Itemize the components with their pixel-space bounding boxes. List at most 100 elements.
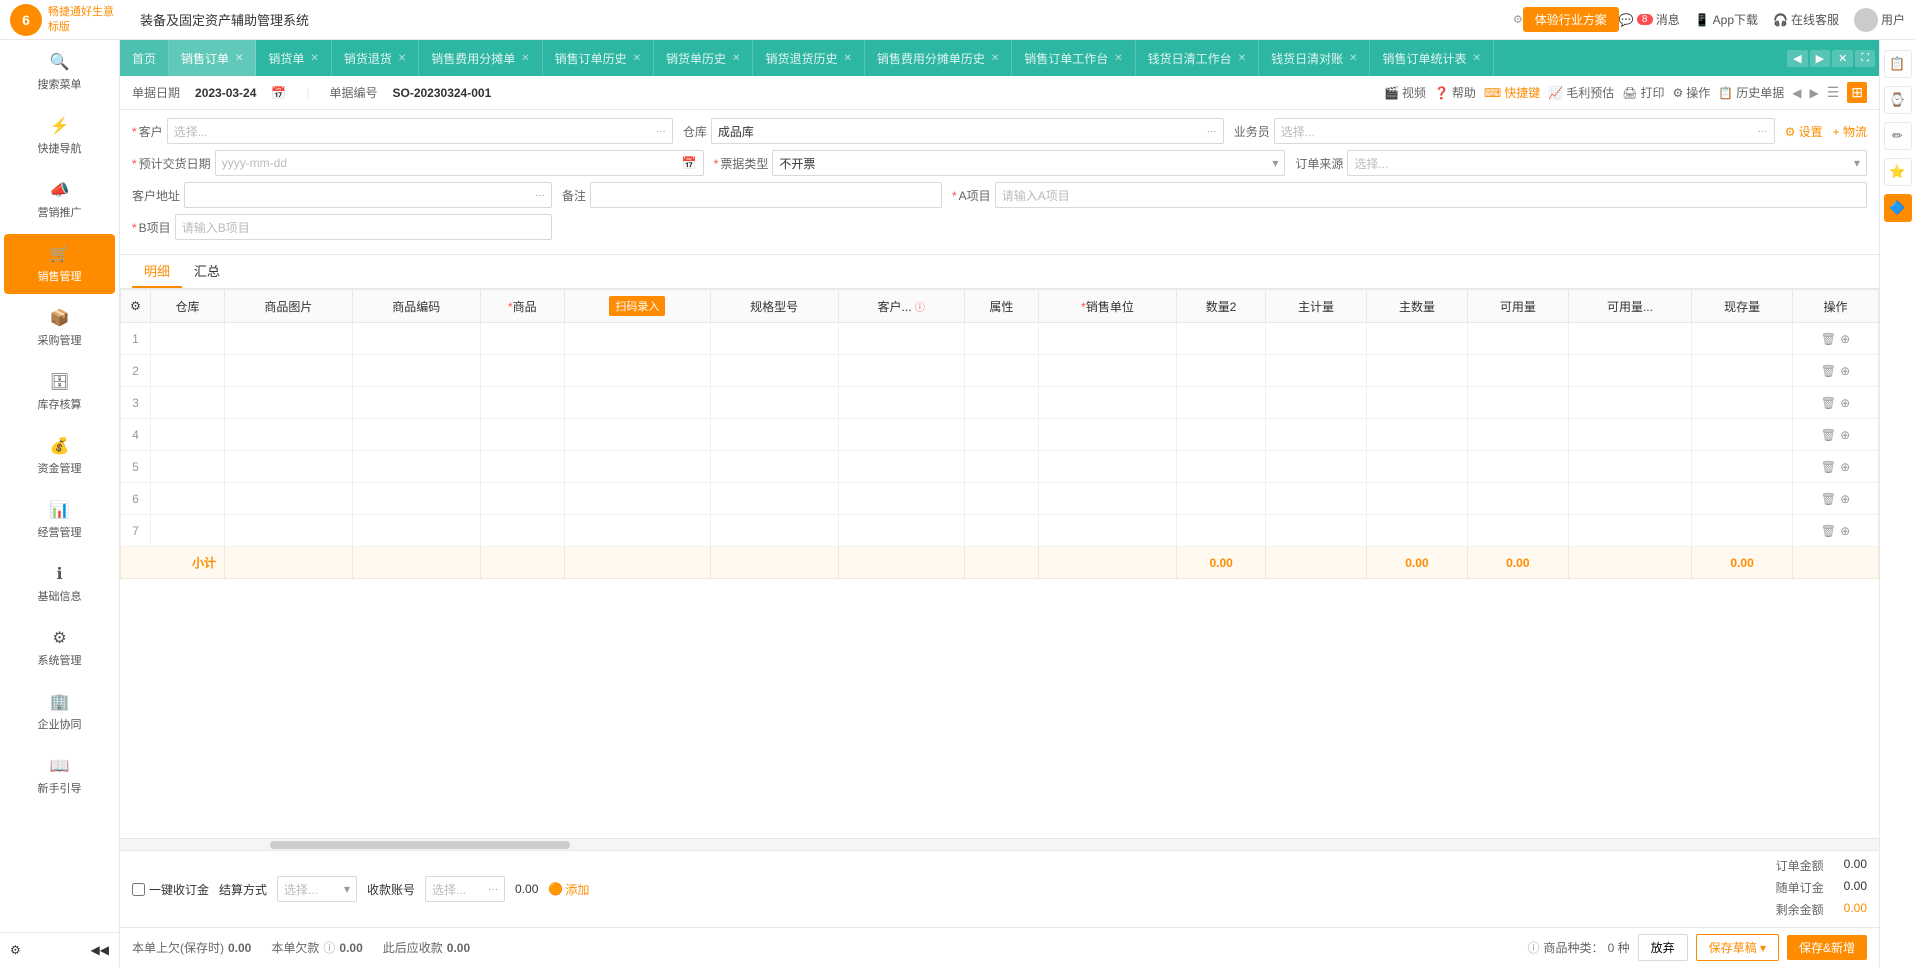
- sidebar-item-basic-info[interactable]: ℹ 基础信息: [4, 554, 115, 614]
- cell-spec-7[interactable]: [710, 515, 838, 547]
- cell-available-1[interactable]: [1467, 323, 1568, 355]
- tab-close-workbench[interactable]: ✕: [1114, 53, 1122, 64]
- add-item-icon[interactable]: + 物流: [1833, 123, 1867, 140]
- cell-spec-3[interactable]: [710, 387, 838, 419]
- detail-tab-summary[interactable]: 汇总: [182, 255, 232, 288]
- tab-home[interactable]: 首页: [120, 40, 169, 76]
- cell-spec-6[interactable]: [710, 483, 838, 515]
- delete-icon-3[interactable]: 🗑: [1821, 396, 1836, 410]
- current-debt-icon[interactable]: ⓘ: [323, 939, 335, 956]
- tab-sales-order[interactable]: 销售订单 ✕: [169, 40, 256, 76]
- settings-icon[interactable]: ⚙: [1513, 13, 1523, 26]
- tab-workbench[interactable]: 销售订单工作台 ✕: [1012, 40, 1135, 76]
- salesperson-ellipsis[interactable]: ···: [1758, 126, 1768, 137]
- right-icon-star[interactable]: ⭐: [1884, 158, 1912, 186]
- shortcut-action[interactable]: ⌨ 快捷键: [1484, 84, 1540, 101]
- cell-stock-6[interactable]: [1692, 483, 1793, 515]
- tab-sales-order-history[interactable]: 销售订单历史 ✕: [543, 40, 654, 76]
- sidebar-item-operation[interactable]: 📊 经营管理: [4, 490, 115, 550]
- cell-spec-4[interactable]: [710, 419, 838, 451]
- order-source-select[interactable]: 选择... ▾: [1347, 150, 1867, 176]
- cell-unit-7[interactable]: [1038, 515, 1176, 547]
- operations-action[interactable]: ⚙ 操作: [1672, 84, 1710, 101]
- cell-available-5[interactable]: [1467, 451, 1568, 483]
- cell-main-unit-4[interactable]: [1266, 419, 1367, 451]
- cell-code-2[interactable]: [352, 355, 480, 387]
- cell-stock-7[interactable]: [1692, 515, 1793, 547]
- cell-main-unit-7[interactable]: [1266, 515, 1367, 547]
- customer-address-input[interactable]: ···: [184, 182, 552, 208]
- cell-code-3[interactable]: [352, 387, 480, 419]
- col-settings[interactable]: ⚙: [121, 290, 151, 323]
- message-icon-item[interactable]: 💬 8 消息: [1619, 11, 1680, 28]
- tab-menu-btn[interactable]: ✕: [1832, 50, 1853, 67]
- invoice-type-select[interactable]: 不开票 ▾: [772, 150, 1285, 176]
- delete-icon-7[interactable]: 🗑: [1821, 524, 1836, 538]
- cell-qty2-2[interactable]: [1177, 355, 1266, 387]
- save-new-btn[interactable]: 保存&新增: [1787, 935, 1867, 960]
- add-link[interactable]: 🟠 添加: [548, 881, 589, 898]
- cell-available-7[interactable]: [1467, 515, 1568, 547]
- cell-product-3[interactable]: [480, 387, 564, 419]
- cell-customer-code-6[interactable]: [838, 483, 964, 515]
- tab-next-btn[interactable]: ▶: [1810, 50, 1830, 67]
- tab-return-history[interactable]: 销货退货历史 ✕: [753, 40, 864, 76]
- tab-sales-return[interactable]: 销货退货 ✕: [332, 40, 419, 76]
- tab-close-expense-history[interactable]: ✕: [991, 53, 999, 64]
- cell-available2-4[interactable]: [1568, 419, 1691, 451]
- sidebar-item-system[interactable]: ⚙ 系统管理: [4, 618, 115, 678]
- cell-product-6[interactable]: [480, 483, 564, 515]
- cell-unit-4[interactable]: [1038, 419, 1176, 451]
- cell-attribute-5[interactable]: [964, 451, 1038, 483]
- cell-main-qty-6[interactable]: [1367, 483, 1468, 515]
- cell-unit-1[interactable]: [1038, 323, 1176, 355]
- sidebar-item-purchase[interactable]: 📦 采购管理: [4, 298, 115, 358]
- cell-attribute-4[interactable]: [964, 419, 1038, 451]
- sidebar-item-enterprise[interactable]: 🏢 企业协同: [4, 682, 115, 742]
- copy-icon-3[interactable]: ⊕: [1840, 396, 1850, 410]
- cell-attribute-1[interactable]: [964, 323, 1038, 355]
- tab-close-stats[interactable]: ✕: [1473, 53, 1481, 64]
- history-action[interactable]: 📋 历史单据: [1718, 84, 1784, 101]
- cell-customer-code-7[interactable]: [838, 515, 964, 547]
- cell-stock-1[interactable]: [1692, 323, 1793, 355]
- tab-close-sales-order[interactable]: ✕: [235, 53, 243, 64]
- col-scan[interactable]: 扫码录入: [565, 290, 711, 323]
- cell-available-6[interactable]: [1467, 483, 1568, 515]
- cell-main-unit-3[interactable]: [1266, 387, 1367, 419]
- delete-icon-1[interactable]: 🗑: [1821, 332, 1836, 346]
- card-view-icon[interactable]: ⊞: [1847, 82, 1867, 103]
- one-click-checkbox[interactable]: [132, 883, 145, 896]
- cell-customer-code-5[interactable]: [838, 451, 964, 483]
- tab-daily-workbench[interactable]: 钱货日清工作台 ✕: [1136, 40, 1259, 76]
- cell-warehouse-6[interactable]: [151, 483, 225, 515]
- remarks-input[interactable]: [590, 182, 942, 208]
- cell-available-4[interactable]: [1467, 419, 1568, 451]
- calendar-icon[interactable]: 📅: [271, 86, 286, 100]
- delete-icon-2[interactable]: 🗑: [1821, 364, 1836, 378]
- cell-qty2-1[interactable]: [1177, 323, 1266, 355]
- sidebar-item-search[interactable]: 🔍 搜索菜单: [4, 42, 115, 102]
- date-picker-icon[interactable]: 📅: [682, 156, 697, 170]
- cell-code-6[interactable]: [352, 483, 480, 515]
- delete-icon-6[interactable]: 🗑: [1821, 492, 1836, 506]
- cell-warehouse-4[interactable]: [151, 419, 225, 451]
- cell-spec-5[interactable]: [710, 451, 838, 483]
- copy-icon-5[interactable]: ⊕: [1840, 460, 1850, 474]
- sidebar-item-quick-nav[interactable]: ⚡ 快捷导航: [4, 106, 115, 166]
- tab-expense-history[interactable]: 销售费用分摊单历史 ✕: [865, 40, 1012, 76]
- sidebar-item-sales[interactable]: 🛒 销售管理: [4, 234, 115, 294]
- cell-main-unit-1[interactable]: [1266, 323, 1367, 355]
- cell-main-unit-6[interactable]: [1266, 483, 1367, 515]
- scan-btn[interactable]: 扫码录入: [609, 296, 665, 316]
- tab-expand-btn[interactable]: ⛶: [1855, 50, 1875, 67]
- cell-attribute-6[interactable]: [964, 483, 1038, 515]
- cell-available-3[interactable]: [1467, 387, 1568, 419]
- delivery-date-input[interactable]: yyyy-mm-dd 📅: [215, 150, 704, 176]
- print-action[interactable]: 🖨 打印: [1622, 84, 1664, 101]
- cell-product-4[interactable]: [480, 419, 564, 451]
- cell-unit-3[interactable]: [1038, 387, 1176, 419]
- tab-prev-btn[interactable]: ◀: [1787, 50, 1807, 67]
- tab-close-daily-reconcile[interactable]: ✕: [1349, 53, 1357, 64]
- cell-available2-5[interactable]: [1568, 451, 1691, 483]
